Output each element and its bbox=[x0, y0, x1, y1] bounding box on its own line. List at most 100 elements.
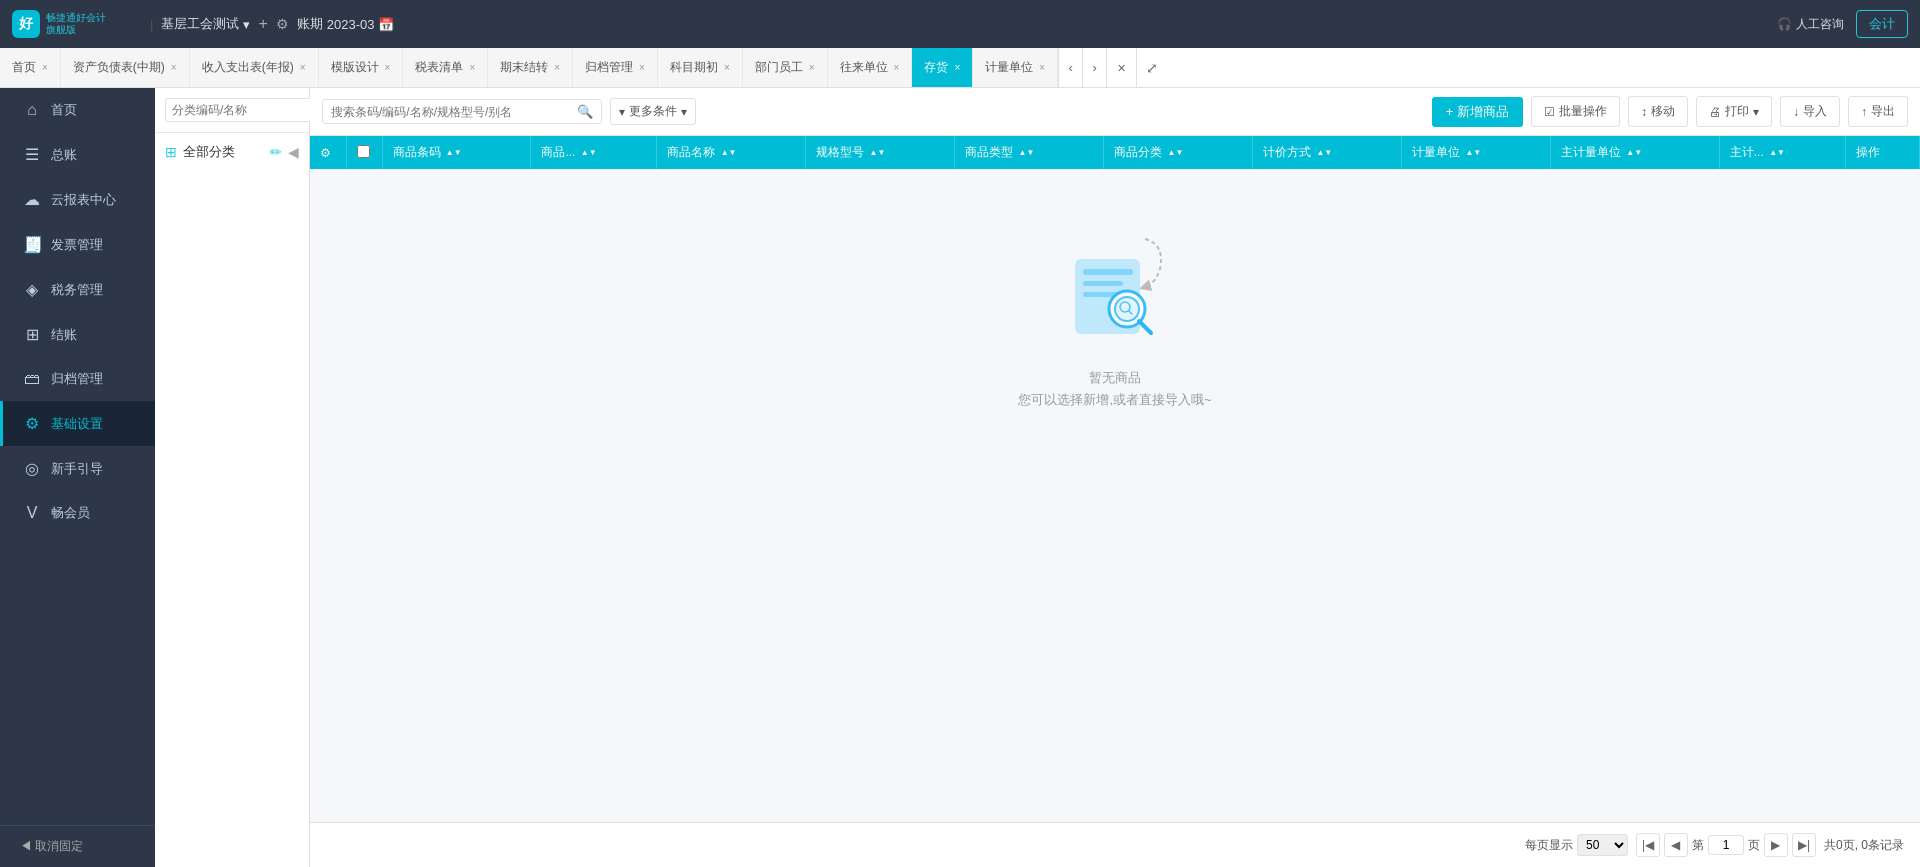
tab-inventory-close[interactable]: × bbox=[954, 62, 960, 73]
collapse-panel-icon[interactable]: ◀ bbox=[288, 144, 299, 160]
dropdown-icon: ▾ bbox=[243, 17, 250, 32]
select-all-checkbox[interactable] bbox=[357, 145, 370, 158]
th-unit[interactable]: 计量单位 ▲▼ bbox=[1402, 136, 1551, 169]
left-panel: 🔍 ⊞ 全部分类 ✏ ◀ bbox=[155, 88, 310, 867]
more-filter-btn[interactable]: ▾ 更多条件 ▾ bbox=[610, 98, 696, 125]
tab-inventory-label: 存货 bbox=[924, 59, 948, 76]
tab-balance-close[interactable]: × bbox=[171, 62, 177, 73]
calendar-icon[interactable]: 📅 bbox=[378, 17, 394, 32]
th-settings[interactable]: ⚙ bbox=[310, 136, 346, 169]
sort-barcode-icon[interactable]: ▲▼ bbox=[446, 149, 462, 157]
sidebar-item-close[interactable]: ⊞ 结账 bbox=[0, 312, 155, 357]
th-category[interactable]: 商品分类 ▲▼ bbox=[1104, 136, 1253, 169]
tab-prev-btn[interactable]: ‹ bbox=[1058, 48, 1082, 88]
divider: | bbox=[150, 17, 153, 32]
sidebar-item-guide[interactable]: ◎ 新手引导 bbox=[0, 446, 155, 491]
tab-expand-btn[interactable]: ⤢ bbox=[1136, 48, 1166, 88]
empty-illustration bbox=[1055, 229, 1175, 349]
edit-category-icon[interactable]: ✏ bbox=[270, 144, 282, 160]
sidebar-item-tax[interactable]: ◈ 税务管理 bbox=[0, 267, 155, 312]
period-display: 账期 2023-03 📅 bbox=[297, 15, 395, 33]
sidebar-item-home-label: 首页 bbox=[51, 101, 77, 119]
print-label: 打印 bbox=[1725, 103, 1749, 120]
company-selector[interactable]: 基层工会测试 ▾ bbox=[161, 15, 250, 33]
category-search-input[interactable] bbox=[165, 98, 329, 122]
sort-type-icon[interactable]: ▲▼ bbox=[1019, 149, 1035, 157]
add-company-btn[interactable]: + bbox=[258, 15, 267, 33]
sort-spec-icon[interactable]: ▲▼ bbox=[870, 149, 886, 157]
tab-period-end[interactable]: 期末结转 × bbox=[488, 48, 573, 87]
tab-home[interactable]: 首页 × bbox=[0, 48, 61, 87]
sort-category-icon[interactable]: ▲▼ bbox=[1168, 149, 1184, 157]
print-btn[interactable]: 🖨 打印 ▾ bbox=[1696, 96, 1772, 127]
tab-unit-close[interactable]: × bbox=[1039, 62, 1045, 73]
settings-btn[interactable]: ⚙ bbox=[276, 16, 289, 32]
tab-next-btn[interactable]: › bbox=[1082, 48, 1106, 88]
table-settings-icon[interactable]: ⚙ bbox=[320, 146, 331, 160]
tab-balance[interactable]: 资产负债表(中期) × bbox=[61, 48, 190, 87]
tab-inventory[interactable]: 存货 × bbox=[912, 48, 973, 87]
tab-template[interactable]: 模版设计 × bbox=[319, 48, 404, 87]
service-btn[interactable]: 🎧 人工咨询 bbox=[1777, 16, 1844, 33]
page-size-select[interactable]: 50 100 bbox=[1577, 834, 1628, 856]
category-search: 🔍 bbox=[155, 88, 309, 133]
tab-subject-close[interactable]: × bbox=[724, 62, 730, 73]
sidebar-item-invoice[interactable]: 🧾 发票管理 bbox=[0, 222, 155, 267]
sidebar-item-archive-label: 归档管理 bbox=[51, 370, 103, 388]
tab-archive[interactable]: 归档管理 × bbox=[573, 48, 658, 87]
account-btn[interactable]: 会计 bbox=[1856, 10, 1908, 38]
sort-price-icon[interactable]: ▲▼ bbox=[1316, 149, 1332, 157]
tab-income-close[interactable]: × bbox=[300, 62, 306, 73]
th-type[interactable]: 商品类型 ▲▼ bbox=[955, 136, 1104, 169]
tab-period-end-close[interactable]: × bbox=[554, 62, 560, 73]
th-spec[interactable]: 规格型号 ▲▼ bbox=[806, 136, 955, 169]
th-name[interactable]: 商品名称 ▲▼ bbox=[657, 136, 806, 169]
sidebar-item-member[interactable]: V 畅会员 bbox=[0, 491, 155, 535]
th-code[interactable]: 商品... ▲▼ bbox=[531, 136, 657, 169]
product-search-bar[interactable]: 🔍 bbox=[322, 99, 602, 124]
sort-name-icon[interactable]: ▲▼ bbox=[721, 149, 737, 157]
cloud-icon: ☁ bbox=[23, 190, 41, 209]
tab-tax-close[interactable]: × bbox=[469, 62, 475, 73]
cancel-fixed-btn[interactable]: ◀ 取消固定 bbox=[0, 825, 155, 867]
tab-subject[interactable]: 科目期初 × bbox=[658, 48, 743, 87]
tab-home-close[interactable]: × bbox=[42, 62, 48, 73]
sort-extra-icon[interactable]: ▲▼ bbox=[1769, 149, 1785, 157]
tab-dept[interactable]: 部门员工 × bbox=[743, 48, 828, 87]
th-checkbox[interactable] bbox=[346, 136, 382, 169]
tab-close-all-btn[interactable]: × bbox=[1106, 48, 1136, 88]
sidebar-item-report[interactable]: ☁ 云报表中心 bbox=[0, 177, 155, 222]
sidebar-item-home[interactable]: ⌂ 首页 bbox=[0, 88, 155, 132]
th-main-unit[interactable]: 主计量单位 ▲▼ bbox=[1551, 136, 1720, 169]
tab-customer[interactable]: 往来单位 × bbox=[828, 48, 913, 87]
th-barcode[interactable]: 商品条码 ▲▼ bbox=[382, 136, 531, 169]
tab-template-close[interactable]: × bbox=[385, 62, 391, 73]
export-btn[interactable]: ↑ 导出 bbox=[1848, 96, 1908, 127]
product-search-icon[interactable]: 🔍 bbox=[577, 104, 593, 119]
sort-code-icon[interactable]: ▲▼ bbox=[581, 149, 597, 157]
th-price-method[interactable]: 计价方式 ▲▼ bbox=[1253, 136, 1402, 169]
sidebar-item-archive[interactable]: 🗃 归档管理 bbox=[0, 357, 155, 401]
sort-unit-icon[interactable]: ▲▼ bbox=[1465, 149, 1481, 157]
tab-dept-close[interactable]: × bbox=[809, 62, 815, 73]
page-number-input[interactable] bbox=[1708, 835, 1744, 855]
sidebar-item-basic[interactable]: ⚙ 基础设置 bbox=[0, 401, 155, 446]
next-page-btn[interactable]: ▶ bbox=[1764, 833, 1788, 857]
tab-income[interactable]: 收入支出表(年报) × bbox=[190, 48, 319, 87]
sort-main-unit-icon[interactable]: ▲▼ bbox=[1626, 149, 1642, 157]
last-page-btn[interactable]: ▶| bbox=[1792, 833, 1816, 857]
tab-archive-close[interactable]: × bbox=[639, 62, 645, 73]
tab-customer-close[interactable]: × bbox=[894, 62, 900, 73]
batch-btn[interactable]: ☑ 批量操作 bbox=[1531, 96, 1620, 127]
import-btn[interactable]: ↓ 导入 bbox=[1780, 96, 1840, 127]
th-extra[interactable]: 主计... ▲▼ bbox=[1719, 136, 1845, 169]
add-product-btn[interactable]: + 新增商品 bbox=[1432, 97, 1523, 127]
tab-tax[interactable]: 税表清单 × bbox=[403, 48, 488, 87]
product-search-input[interactable] bbox=[331, 105, 577, 119]
move-btn[interactable]: ↕ 移动 bbox=[1628, 96, 1688, 127]
sidebar-item-ledger[interactable]: ☰ 总账 bbox=[0, 132, 155, 177]
all-category-item[interactable]: ⊞ 全部分类 ✏ ◀ bbox=[155, 133, 309, 171]
first-page-btn[interactable]: |◀ bbox=[1636, 833, 1660, 857]
prev-page-btn[interactable]: ◀ bbox=[1664, 833, 1688, 857]
tab-unit[interactable]: 计量单位 × bbox=[973, 48, 1058, 87]
